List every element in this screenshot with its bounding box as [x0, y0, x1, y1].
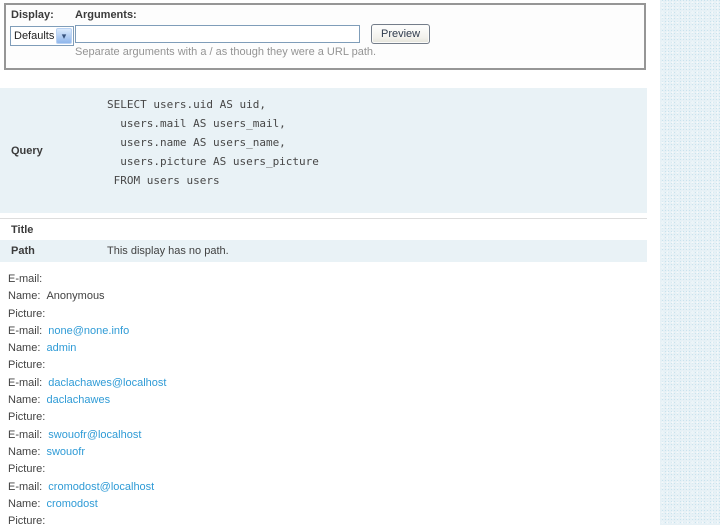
name-field-label: Name: [8, 342, 41, 355]
result-field-line: E-mail: daclachawes@localhost [8, 375, 166, 392]
user-link[interactable]: admin [46, 342, 76, 354]
email-field-label: E-mail: [8, 273, 43, 285]
result-field-line: E-mail: [8, 271, 166, 288]
email-link[interactable]: swouofr@localhost [48, 429, 141, 441]
query-row-label: Query [11, 144, 43, 157]
display-select-value: Defaults [14, 30, 55, 42]
query-row-content: SELECT users.uid AS uid, users.mail AS u… [107, 88, 647, 213]
result-field-line: Picture: [8, 461, 166, 478]
user-link[interactable]: swouofr [46, 446, 85, 458]
arguments-label: Arguments: [75, 9, 137, 21]
display-select[interactable]: Defaults ▾ [10, 26, 74, 46]
name-field-label: Name: [8, 497, 41, 510]
picture-field-label: Picture: [8, 515, 46, 525]
email-field-label: E-mail: [8, 480, 43, 493]
arguments-help-text: Separate arguments with a / as though th… [75, 46, 377, 58]
picture-field-label: Picture: [8, 307, 46, 320]
title-row: Title [0, 218, 647, 240]
query-sql-text: SELECT users.uid AS uid, users.mail AS u… [107, 98, 319, 187]
display-label: Display: [11, 9, 54, 21]
result-field-line: E-mail: cromodost@localhost [8, 479, 166, 496]
user-link[interactable]: daclachawes [46, 394, 110, 406]
title-row-label: Title [11, 223, 34, 236]
picture-field-label: Picture: [8, 463, 46, 476]
page-background-texture [660, 0, 720, 525]
user-link[interactable]: cromodost [46, 498, 97, 510]
preview-controls-panel: Display: Defaults ▾ Arguments: Preview S… [4, 3, 646, 70]
result-field-line: Picture: [8, 409, 166, 426]
email-field-label: E-mail: [8, 428, 43, 441]
result-field-line: Name: swouofr [8, 444, 166, 461]
result-field-line: Picture: [8, 513, 166, 525]
name-field-label: Name: [8, 290, 41, 303]
picture-field-label: Picture: [8, 359, 46, 372]
result-field-line: Name: daclachawes [8, 392, 166, 409]
path-row-content: This display has no path. [107, 245, 229, 257]
name-field-label: Name: [8, 394, 41, 407]
email-link[interactable]: cromodost@localhost [48, 481, 154, 493]
result-field-line: Picture: [8, 357, 166, 374]
path-row-label: Path [11, 245, 35, 257]
email-link[interactable]: none@none.info [48, 325, 129, 337]
email-field-label: E-mail: [8, 376, 43, 389]
result-field-line: E-mail: none@none.info [8, 323, 166, 340]
result-field-line: E-mail: swouofr@localhost [8, 427, 166, 444]
arguments-input[interactable] [75, 25, 360, 43]
path-row: Path This display has no path. [0, 240, 647, 262]
views-preview-page: Display: Defaults ▾ Arguments: Preview S… [0, 0, 720, 525]
result-field-line: Picture: [8, 306, 166, 323]
picture-field-label: Picture: [8, 411, 46, 424]
title-row-content [107, 219, 647, 240]
query-row: Query SELECT users.uid AS uid, users.mai… [0, 88, 647, 213]
name-field-label: Name: [8, 445, 41, 458]
result-field-line: Name: admin [8, 340, 166, 357]
preview-button[interactable]: Preview [371, 24, 431, 44]
name-value: Anonymous [46, 290, 105, 303]
email-field-label: E-mail: [8, 324, 43, 337]
preview-results: E-mail: Name: Anonymous Picture: E-mail:… [8, 271, 166, 525]
email-link[interactable]: daclachawes@localhost [48, 377, 166, 389]
chevron-down-icon[interactable]: ▾ [56, 28, 72, 44]
result-field-line: Name: Anonymous [8, 288, 166, 305]
view-info-table: Query SELECT users.uid AS uid, users.mai… [0, 88, 647, 262]
result-field-line: Name: cromodost [8, 496, 166, 513]
